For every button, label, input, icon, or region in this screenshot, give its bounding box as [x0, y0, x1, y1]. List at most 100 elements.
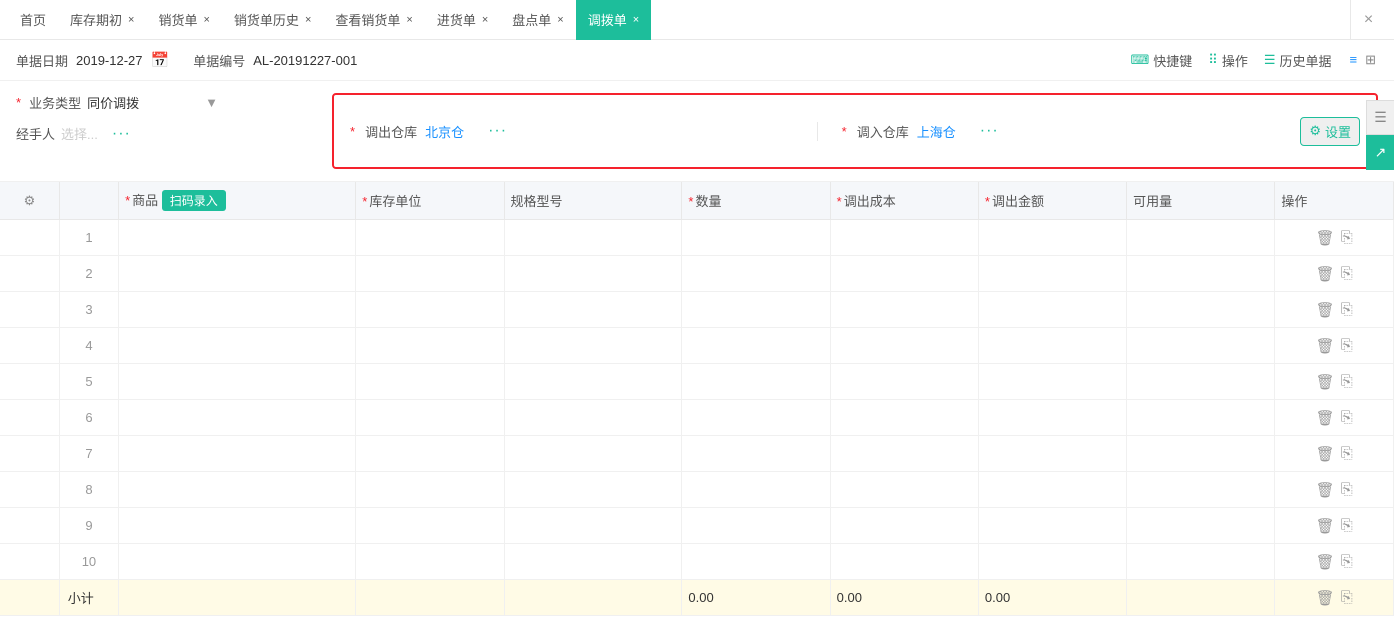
row-avail-cell [1127, 364, 1275, 400]
row-amount-cell[interactable] [978, 472, 1126, 508]
close-tab-purchase[interactable]: × [482, 14, 488, 26]
row-product-cell[interactable] [119, 436, 356, 472]
copy-row-icon[interactable]: ⎘ [1341, 409, 1353, 427]
row-qty-cell[interactable] [682, 220, 830, 256]
person-select[interactable]: 选择... [61, 124, 98, 143]
close-tab-sales[interactable]: × [203, 14, 209, 26]
person-ellipsis[interactable]: ··· [112, 125, 131, 143]
wh-out-ellipsis[interactable]: ··· [488, 122, 507, 140]
copy-row-icon[interactable]: ⎘ [1341, 553, 1353, 571]
row-product-cell[interactable] [119, 292, 356, 328]
copy-row-icon[interactable]: ⎘ [1341, 265, 1353, 283]
delete-row-icon[interactable]: 🗑 [1316, 481, 1335, 499]
copy-row-icon[interactable]: ⎘ [1341, 517, 1353, 535]
history-action[interactable]: ☰ 历史单据 [1264, 51, 1332, 70]
delete-row-icon[interactable]: 🗑 [1316, 589, 1335, 607]
row-cost-cell[interactable] [830, 256, 978, 292]
copy-row-icon[interactable]: ⎘ [1341, 589, 1353, 607]
row-cost-cell[interactable] [830, 508, 978, 544]
row-product-cell[interactable] [119, 256, 356, 292]
close-tab-inventory[interactable]: × [128, 14, 134, 26]
copy-row-icon[interactable]: ⎘ [1341, 481, 1353, 499]
delete-row-icon[interactable]: 🗑 [1316, 265, 1335, 283]
row-amount-cell[interactable] [978, 400, 1126, 436]
row-amount-cell[interactable] [978, 544, 1126, 580]
row-amount-cell[interactable] [978, 256, 1126, 292]
row-qty-cell[interactable] [682, 328, 830, 364]
wh-in-ellipsis[interactable]: ··· [980, 122, 999, 140]
right-panel-export-btn[interactable]: ↗ [1366, 135, 1394, 170]
delete-row-icon[interactable]: 🗑 [1316, 301, 1335, 319]
tab-inventory-init[interactable]: 库存期初 × [58, 0, 146, 40]
row-product-cell[interactable] [119, 328, 356, 364]
row-cost-cell[interactable] [830, 400, 978, 436]
tab-sales-order[interactable]: 销货单 × [146, 0, 221, 40]
row-qty-cell[interactable]: 0.00 [682, 580, 830, 616]
row-amount-cell[interactable] [978, 436, 1126, 472]
row-amount-cell[interactable] [978, 328, 1126, 364]
row-qty-cell[interactable] [682, 472, 830, 508]
tab-home[interactable]: 首页 [8, 0, 58, 40]
row-cost-cell[interactable] [830, 220, 978, 256]
row-qty-cell[interactable] [682, 400, 830, 436]
copy-row-icon[interactable]: ⎘ [1341, 373, 1353, 391]
setting-button[interactable]: ⚙ 设置 [1300, 117, 1360, 146]
business-type-dropdown[interactable]: ▼ [205, 95, 218, 110]
close-tab-sales-history[interactable]: × [305, 14, 311, 26]
row-cost-cell[interactable] [830, 544, 978, 580]
row-product-cell[interactable] [119, 580, 356, 616]
row-qty-cell[interactable] [682, 292, 830, 328]
row-cost-cell[interactable] [830, 364, 978, 400]
row-amount-cell[interactable] [978, 220, 1126, 256]
row-cost-cell[interactable] [830, 472, 978, 508]
tab-transfer[interactable]: 调拨单 × [576, 0, 651, 40]
tab-view-sales[interactable]: 查看销货单 × [323, 0, 424, 40]
tab-sales-history[interactable]: 销货单历史 × [222, 0, 323, 40]
row-cost-cell[interactable] [830, 292, 978, 328]
delete-row-icon[interactable]: 🗑 [1316, 373, 1335, 391]
close-tab-stocktake[interactable]: × [557, 14, 563, 26]
layout-list-icon[interactable]: ≡ [1348, 50, 1360, 70]
row-qty-cell[interactable] [682, 256, 830, 292]
right-panel-list-btn[interactable]: ☰ [1366, 100, 1394, 135]
row-amount-cell[interactable] [978, 292, 1126, 328]
close-tab-view-sales[interactable]: × [406, 14, 412, 26]
tab-purchase[interactable]: 进货单 × [425, 0, 500, 40]
calendar-icon[interactable]: 📅 [151, 51, 170, 69]
copy-row-icon[interactable]: ⎘ [1341, 337, 1353, 355]
close-tab-transfer[interactable]: × [633, 14, 639, 26]
close-all-tabs[interactable]: × [1350, 0, 1386, 40]
table-body: 1🗑⎘2🗑⎘3🗑⎘4🗑⎘5🗑⎘6🗑⎘7🗑⎘8🗑⎘9🗑⎘10🗑⎘小计0.000.0… [0, 220, 1394, 616]
row-cost-cell[interactable] [830, 328, 978, 364]
delete-row-icon[interactable]: 🗑 [1316, 409, 1335, 427]
row-product-cell[interactable] [119, 220, 356, 256]
operation-action[interactable]: ⠿ 操作 [1208, 51, 1248, 70]
row-product-cell[interactable] [119, 364, 356, 400]
layout-grid-icon[interactable]: ⊞ [1363, 50, 1378, 70]
delete-row-icon[interactable]: 🗑 [1316, 445, 1335, 463]
row-amount-cell[interactable] [978, 364, 1126, 400]
row-qty-cell[interactable] [682, 436, 830, 472]
shortcut-action[interactable]: ⌨ 快捷键 [1131, 51, 1193, 70]
row-product-cell[interactable] [119, 508, 356, 544]
row-product-cell[interactable] [119, 400, 356, 436]
row-qty-cell[interactable] [682, 364, 830, 400]
table-gear-icon[interactable]: ⚙ [24, 193, 36, 208]
row-qty-cell[interactable] [682, 544, 830, 580]
row-qty-cell[interactable] [682, 508, 830, 544]
row-product-cell[interactable] [119, 472, 356, 508]
row-amount-cell[interactable] [978, 508, 1126, 544]
copy-row-icon[interactable]: ⎘ [1341, 445, 1353, 463]
delete-row-icon[interactable]: 🗑 [1316, 517, 1335, 535]
row-cost-cell[interactable] [830, 436, 978, 472]
row-cost-cell[interactable]: 0.00 [830, 580, 978, 616]
scan-entry-button[interactable]: 扫码录入 [162, 190, 226, 211]
delete-row-icon[interactable]: 🗑 [1316, 337, 1335, 355]
copy-row-icon[interactable]: ⎘ [1341, 229, 1353, 247]
delete-row-icon[interactable]: 🗑 [1316, 229, 1335, 247]
tab-stocktake[interactable]: 盘点单 × [500, 0, 575, 40]
row-amount-cell[interactable]: 0.00 [978, 580, 1126, 616]
row-product-cell[interactable] [119, 544, 356, 580]
delete-row-icon[interactable]: 🗑 [1316, 553, 1335, 571]
copy-row-icon[interactable]: ⎘ [1341, 301, 1353, 319]
